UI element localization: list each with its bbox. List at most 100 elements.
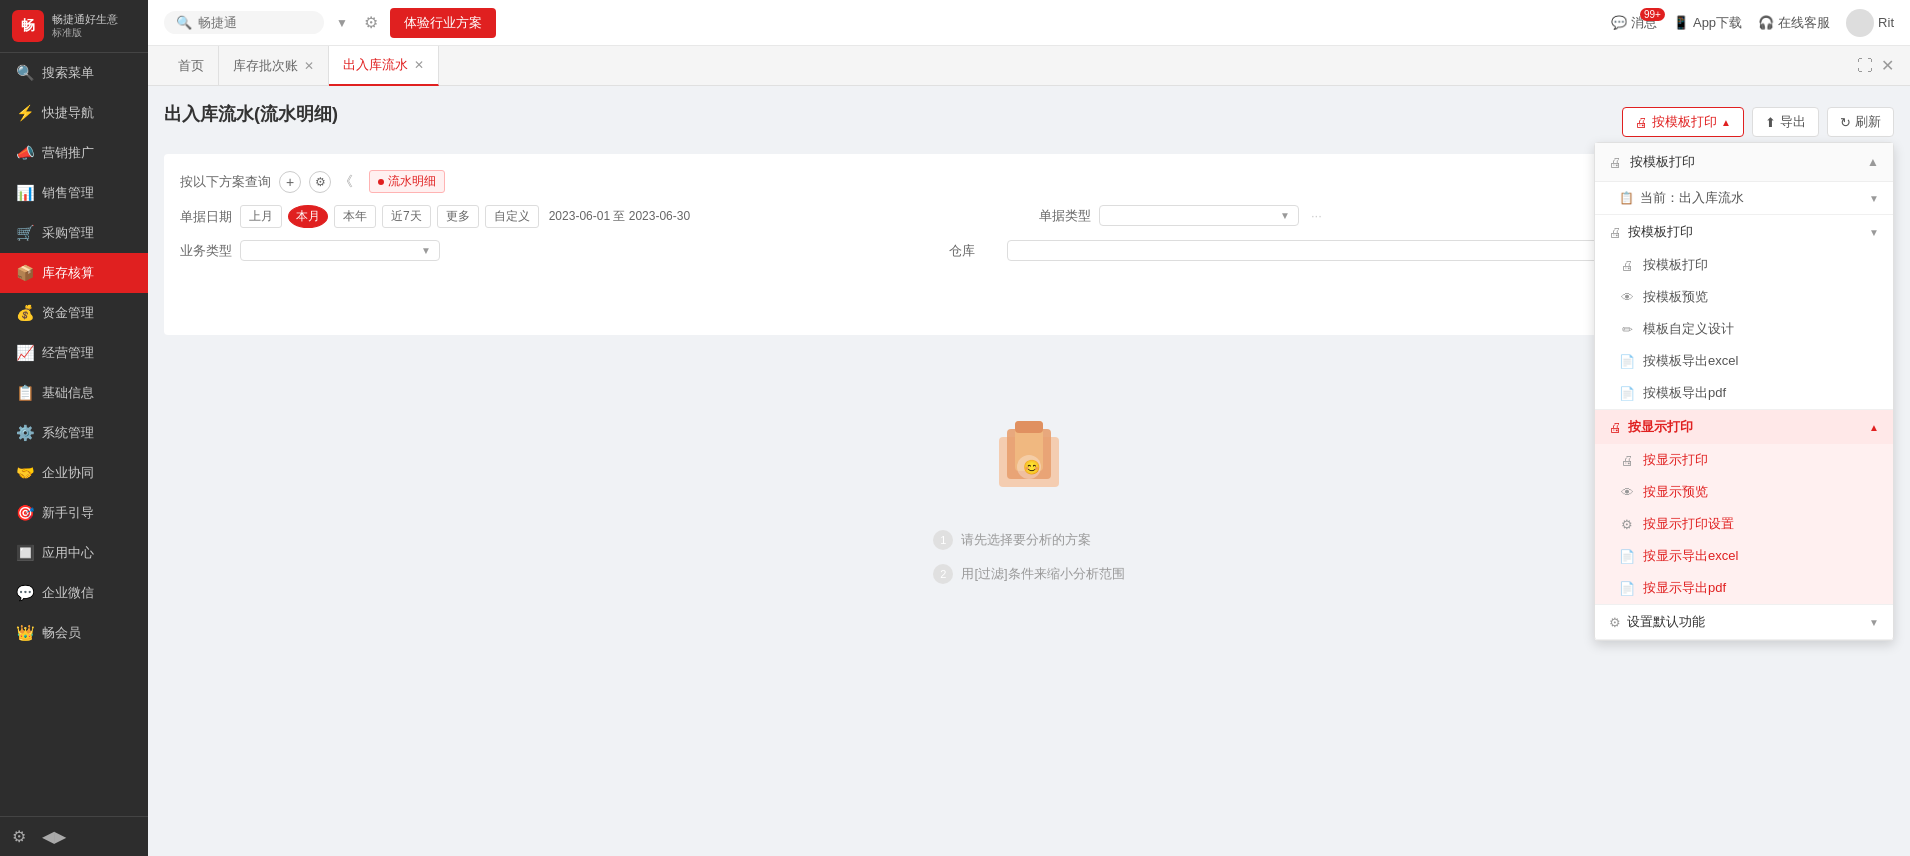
topbar-gear-icon[interactable]: ⚙ — [364, 13, 378, 32]
filter-add-button[interactable]: + — [279, 171, 301, 193]
sidebar-item-apps[interactable]: 🔲 应用中心 — [0, 533, 148, 573]
logo-icon: 畅 — [12, 10, 44, 42]
display-print-item[interactable]: 🖨 按显示打印 — [1595, 444, 1893, 476]
display-print-icon: 🖨 — [1619, 452, 1635, 468]
template-preview-label: 按模板预览 — [1643, 288, 1708, 306]
member-icon: 👑 — [16, 624, 34, 642]
display-print-settings-item[interactable]: ⚙ 按显示打印设置 — [1595, 508, 1893, 540]
user-avatar[interactable]: Rit — [1846, 9, 1894, 37]
filter-settings-button[interactable]: ⚙ — [309, 171, 331, 193]
sidebar-item-basic[interactable]: 📋 基础信息 — [0, 373, 148, 413]
sidebar-item-cooperation[interactable]: 🤝 企业协同 — [0, 453, 148, 493]
search-icon: 🔍 — [16, 64, 34, 82]
hint-text-1: 请先选择要分析的方案 — [961, 527, 1091, 553]
display-export-pdf-item[interactable]: 📄 按显示导出pdf — [1595, 572, 1893, 604]
current-template-icon: 📋 — [1619, 191, 1634, 205]
date-btn-current-year[interactable]: 本年 — [334, 205, 376, 228]
template-custom-label: 模板自定义设计 — [1643, 320, 1734, 338]
page-title: 出入库流水(流水明细) — [164, 102, 338, 126]
sidebar-item-label: 快捷导航 — [42, 104, 94, 122]
display-export-excel-item[interactable]: 📄 按显示导出excel — [1595, 540, 1893, 572]
filter-collapse-button[interactable]: 《 — [339, 173, 353, 191]
sidebar-item-search[interactable]: 🔍 搜索菜单 — [0, 53, 148, 93]
tab-batch-close[interactable]: ✕ — [304, 59, 314, 73]
topbar-search-box[interactable]: 🔍 — [164, 11, 324, 34]
filter-bill-type-select[interactable]: ▼ — [1099, 205, 1299, 226]
sidebar-item-label: 资金管理 — [42, 304, 94, 322]
tab-flow-close[interactable]: ✕ — [414, 58, 424, 72]
operation-icon: 📈 — [16, 344, 34, 362]
sidebar-item-label: 库存核算 — [42, 264, 94, 282]
display-preview-item[interactable]: 👁 按显示预览 — [1595, 476, 1893, 508]
tab-home[interactable]: 首页 — [164, 46, 219, 86]
filter-business-type-arrow: ▼ — [421, 245, 431, 256]
headset-icon: 🎧 — [1758, 15, 1774, 30]
main-content: 🔍 ▼ ⚙ 体验行业方案 💬 消息 99+ 📱 App下载 🎧 在线客服 Rit — [148, 0, 1910, 856]
topbar-dropdown-arrow[interactable]: ▼ — [336, 16, 348, 30]
display-excel-icon: 📄 — [1619, 548, 1635, 564]
filter-warehouse-label: 仓库 — [949, 242, 999, 260]
default-settings-title: 设置默认功能 — [1627, 613, 1705, 631]
export-button[interactable]: ⬆ 导出 — [1752, 107, 1819, 137]
settings-bottom-icon[interactable]: ⚙ — [12, 827, 26, 846]
template-custom-item[interactable]: ✏ 模板自定义设计 — [1595, 313, 1893, 345]
hint-text-2: 用[过滤]条件来缩小分析范围 — [961, 561, 1124, 587]
sidebar-item-guide[interactable]: 🎯 新手引导 — [0, 493, 148, 533]
tab-close-icon[interactable]: ✕ — [1881, 56, 1894, 75]
collapse-sidebar-icon[interactable]: ◀▶ — [42, 827, 66, 846]
template-export-excel-item[interactable]: 📄 按模板导出excel — [1595, 345, 1893, 377]
default-settings-header[interactable]: ⚙ 设置默认功能 ▼ — [1595, 605, 1893, 639]
template-preview-icon: 👁 — [1619, 289, 1635, 305]
filter-business-type-select[interactable]: ▼ — [240, 240, 440, 261]
sidebar-item-shortcut[interactable]: ⚡ 快捷导航 — [0, 93, 148, 133]
tab-flow[interactable]: 出入库流水 ✕ — [329, 46, 439, 86]
message-icon: 💬 — [1611, 15, 1627, 30]
filter-tag-dot — [378, 179, 384, 185]
print-dropdown-collapse-btn[interactable]: ▲ — [1867, 155, 1879, 169]
print-dropdown-arrow[interactable]: ▲ — [1721, 117, 1731, 128]
date-btn-current-month[interactable]: 本月 — [288, 205, 328, 228]
date-btn-more[interactable]: 更多 — [437, 205, 479, 228]
refresh-button[interactable]: ↻ 刷新 — [1827, 107, 1894, 137]
template-print-item[interactable]: 🖨 按模板打印 — [1595, 249, 1893, 281]
sidebar-item-sales[interactable]: 📊 销售管理 — [0, 173, 148, 213]
sidebar-item-finance[interactable]: 💰 资金管理 — [0, 293, 148, 333]
sidebar-item-label: 应用中心 — [42, 544, 94, 562]
sidebar-item-operation[interactable]: 📈 经营管理 — [0, 333, 148, 373]
template-export-pdf-item[interactable]: 📄 按模板导出pdf — [1595, 377, 1893, 409]
date-btn-7days[interactable]: 近7天 — [382, 205, 431, 228]
sidebar-item-wechat[interactable]: 💬 企业微信 — [0, 573, 148, 613]
date-btn-last-month[interactable]: 上月 — [240, 205, 282, 228]
avatar-image — [1846, 9, 1874, 37]
sidebar-item-inventory[interactable]: 📦 库存核算 — [0, 253, 148, 293]
template-pdf-icon: 📄 — [1619, 385, 1635, 401]
tab-batch[interactable]: 库存批次账 ✕ — [219, 46, 329, 86]
filter-warehouse-item: 仓库 ··· — [949, 240, 1698, 261]
search-input[interactable] — [198, 15, 278, 30]
sidebar-item-purchase[interactable]: 🛒 采购管理 — [0, 213, 148, 253]
template-preview-item[interactable]: 👁 按模板预览 — [1595, 281, 1893, 313]
tab-maximize-icon[interactable]: ⛶ — [1857, 57, 1873, 75]
industry-solution-button[interactable]: 体验行业方案 — [390, 8, 496, 38]
current-template-label: 当前：出入库流水 — [1640, 189, 1744, 207]
display-print-section-header[interactable]: 🖨 按显示打印 ▲ — [1595, 410, 1893, 444]
online-service-button[interactable]: 🎧 在线客服 — [1758, 14, 1830, 32]
print-dropdown-title: 按模板打印 — [1630, 153, 1695, 171]
sidebar-item-marketing[interactable]: 📣 营销推广 — [0, 133, 148, 173]
sidebar-item-system[interactable]: ⚙️ 系统管理 — [0, 413, 148, 453]
sidebar-item-member[interactable]: 👑 畅会员 — [0, 613, 148, 653]
refresh-label: 刷新 — [1855, 113, 1881, 131]
tab-batch-label: 库存批次账 — [233, 57, 298, 75]
filter-bill-type-more[interactable]: ··· — [1311, 208, 1322, 223]
template-print-section: 🖨 按模板打印 ▼ 🖨 按模板打印 👁 按模板预览 ✏ 模板自定义设计 — [1595, 215, 1893, 410]
template-print-section-header[interactable]: 🖨 按模板打印 ▼ — [1595, 215, 1893, 249]
inventory-icon: 📦 — [16, 264, 34, 282]
app-download-button[interactable]: 📱 App下载 — [1673, 14, 1742, 32]
print-template-button[interactable]: 🖨 按模板打印 ▲ — [1622, 107, 1744, 137]
message-button[interactable]: 💬 消息 99+ — [1611, 14, 1657, 32]
logo-title: 畅捷通好生意 — [52, 12, 118, 26]
basic-icon: 📋 — [16, 384, 34, 402]
date-btn-custom[interactable]: 自定义 — [485, 205, 539, 228]
current-template-arrow[interactable]: ▼ — [1869, 193, 1879, 204]
tab-home-label: 首页 — [178, 57, 204, 75]
